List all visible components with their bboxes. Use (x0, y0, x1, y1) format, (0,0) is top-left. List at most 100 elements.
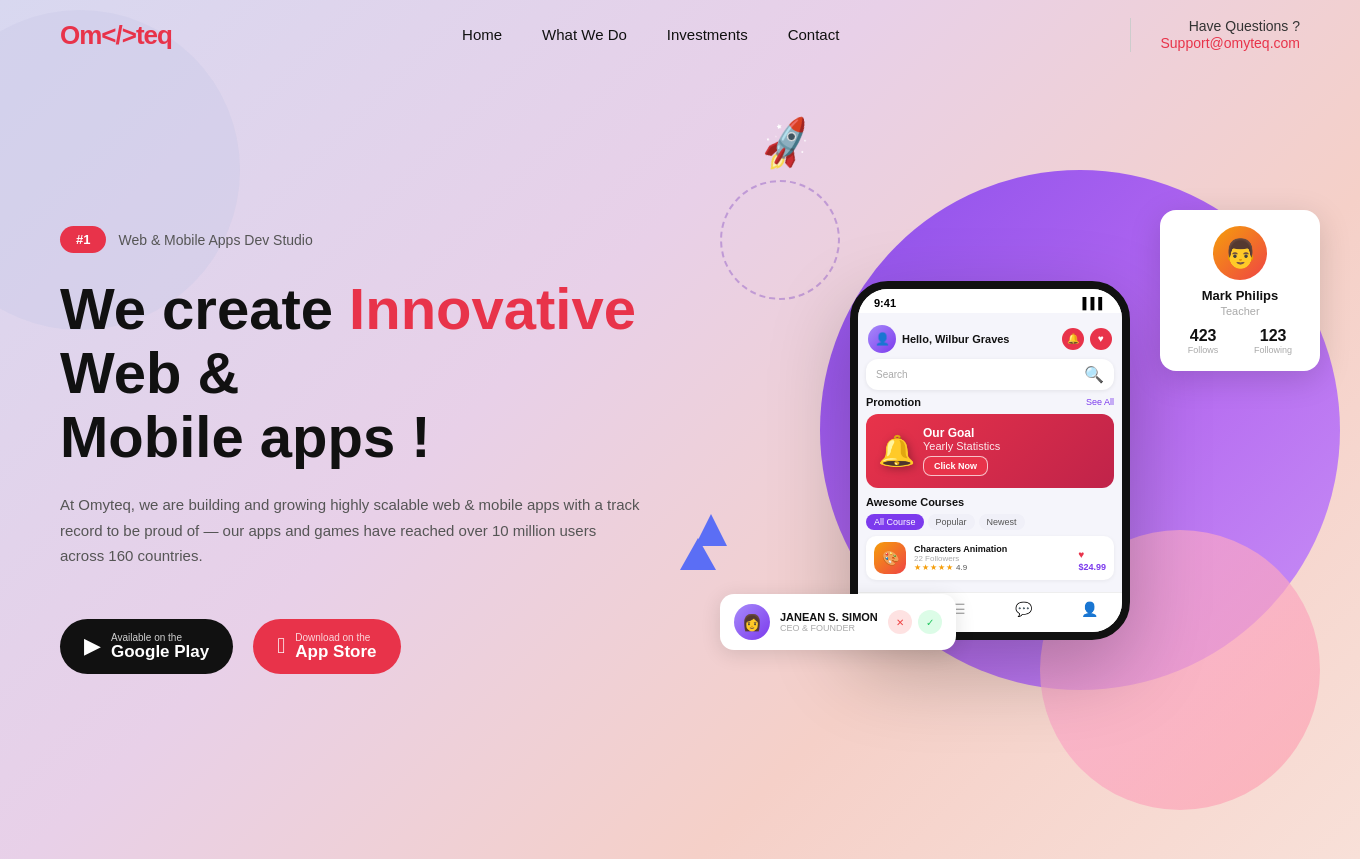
navbar: Om</>teq Home What We Do Investments Con… (0, 0, 1360, 70)
profile-card: 👨 Mark Philips Teacher 423 Follows 123 F… (1160, 210, 1320, 371)
search-text: Search (876, 369, 908, 380)
phone-status-bar: 9:41 ▌▌▌ (858, 289, 1122, 313)
logo-text: Om</>teq (60, 20, 172, 50)
dotted-circle (720, 180, 840, 300)
nav-item-home[interactable]: Home (462, 26, 502, 44)
hero-section: #1 Web & Mobile Apps Dev Studio We creat… (0, 70, 1360, 810)
app-store-sub: Download on the (295, 633, 376, 643)
apple-icon:  (277, 633, 285, 659)
greeting-avatar: 👤 (868, 325, 896, 353)
following-stat: 123 Following (1254, 327, 1292, 355)
rocket-decoration: 🚀 (755, 114, 818, 175)
hero-right: 🚀 9:41 ▌▌▌ 👤 Hello, Wilbur Graves 🔔 ♥ (680, 150, 1300, 750)
nav-link-home[interactable]: Home (462, 26, 502, 43)
promo-goal: Our Goal (923, 426, 1102, 440)
course-rating: ★ ★ ★ ★ ★ 4.9 (914, 563, 1070, 572)
nav-link-investments[interactable]: Investments (667, 26, 748, 43)
heading-part1: We create (60, 276, 349, 341)
google-play-main: Google Play (111, 643, 209, 660)
phone-nav-profile[interactable]: 👤 (1081, 601, 1098, 628)
rating-value: 4.9 (956, 563, 967, 572)
support-email[interactable]: Support@omyteq.com (1161, 35, 1301, 51)
course-followers: 22 Followers (914, 554, 1070, 563)
greeting-icons: 🔔 ♥ (1062, 328, 1112, 350)
courses-header: Awesome Courses (866, 496, 1114, 508)
bell-icon: 🔔 (1062, 328, 1084, 350)
heading-part2: Web &Mobile apps ! (60, 340, 431, 469)
phone-mockup: 9:41 ▌▌▌ 👤 Hello, Wilbur Graves 🔔 ♥ Sear… (850, 281, 1130, 640)
teacher-name: JANEAN S. SIMON (780, 611, 878, 623)
promo-stats: Yearly Statistics (923, 440, 1102, 452)
promotion-label: Promotion (866, 396, 921, 408)
promo-cta-button[interactable]: Click Now (923, 456, 988, 476)
google-play-sub: Available on the (111, 633, 209, 643)
app-store-main: App Store (295, 643, 376, 660)
teacher-avatar: 👩 (734, 604, 770, 640)
hero-description: At Omyteq, we are building and growing h… (60, 492, 640, 569)
courses-title: Awesome Courses (866, 496, 964, 508)
course-info: Characters Animation 22 Followers ★ ★ ★ … (914, 544, 1070, 572)
google-play-button[interactable]: ▶ Available on the Google Play (60, 619, 233, 674)
following-label: Following (1254, 345, 1292, 355)
app-store-button[interactable]:  Download on the App Store (253, 619, 400, 674)
follows-count: 423 (1188, 327, 1219, 345)
logo[interactable]: Om</>teq (60, 20, 172, 51)
badge-text: Web & Mobile Apps Dev Studio (118, 232, 312, 248)
phone-time: 9:41 (874, 297, 896, 309)
heart-icon: ♥ (1090, 328, 1112, 350)
support-question: Have Questions ? (1161, 18, 1301, 34)
following-count: 123 (1254, 327, 1292, 345)
profile-avatar: 👨 (1213, 226, 1267, 280)
badge-number: #1 (60, 226, 106, 253)
search-bar[interactable]: Search 🔍 (866, 359, 1114, 390)
promo-card: 🔔 Our Goal Yearly Statistics Click Now (866, 414, 1114, 488)
course-avatar: 🎨 (874, 542, 906, 574)
app-store-text: Download on the App Store (295, 633, 376, 660)
nav-item-investments[interactable]: Investments (667, 26, 748, 44)
profile-nav-icon: 👤 (1081, 601, 1098, 617)
star-icon: ★ (938, 563, 945, 572)
star-icon: ★ (914, 563, 921, 572)
accept-button[interactable]: ✓ (918, 610, 942, 634)
hero-heading: We create Innovative Web &Mobile apps ! (60, 277, 680, 468)
teacher-info: JANEAN S. SIMON CEO & FOUNDER (780, 611, 878, 633)
svg-marker-0 (695, 514, 727, 546)
avatar-face-icon: 👨 (1223, 237, 1258, 270)
phone-signal: ▌▌▌ (1083, 297, 1106, 309)
search-icon: 🔍 (1084, 365, 1104, 384)
google-play-text: Available on the Google Play (111, 633, 209, 660)
teacher-role: CEO & FOUNDER (780, 623, 878, 633)
nav-item-contact[interactable]: Contact (788, 26, 840, 44)
nav-item-what-we-do[interactable]: What We Do (542, 26, 627, 44)
hero-left: #1 Web & Mobile Apps Dev Studio We creat… (60, 226, 680, 674)
tab-all-course[interactable]: All Course (866, 514, 924, 530)
blue-triangle (695, 514, 727, 550)
see-all[interactable]: See All (1086, 397, 1114, 407)
google-play-icon: ▶ (84, 633, 101, 659)
decline-button[interactable]: ✕ (888, 610, 912, 634)
phone-nav-chat[interactable]: 💬 (1015, 601, 1032, 628)
tab-popular[interactable]: Popular (928, 514, 975, 530)
follows-label: Follows (1188, 345, 1219, 355)
course-heart-icon: ♥ (1078, 549, 1084, 560)
nav-links: Home What We Do Investments Contact (462, 26, 839, 44)
star-icon: ★ (930, 563, 937, 572)
profile-name: Mark Philips (1180, 288, 1300, 303)
greeting-row: 👤 Hello, Wilbur Graves 🔔 ♥ (866, 321, 1114, 359)
nav-link-contact[interactable]: Contact (788, 26, 840, 43)
hero-badge: #1 Web & Mobile Apps Dev Studio (60, 226, 313, 253)
chat-nav-icon: 💬 (1015, 601, 1032, 617)
course-tabs: All Course Popular Newest (866, 514, 1114, 530)
greeting-text: Hello, Wilbur Graves (902, 333, 1062, 345)
promo-content: Our Goal Yearly Statistics Click Now (923, 426, 1102, 476)
profile-role: Teacher (1180, 305, 1300, 317)
course-item: 🎨 Characters Animation 22 Followers ★ ★ … (866, 536, 1114, 580)
course-name: Characters Animation (914, 544, 1070, 554)
tab-newest[interactable]: Newest (979, 514, 1025, 530)
nav-link-what-we-do[interactable]: What We Do (542, 26, 627, 43)
promo-header: Promotion See All (866, 396, 1114, 408)
nav-support: Have Questions ? Support@omyteq.com (1130, 18, 1301, 52)
cta-buttons: ▶ Available on the Google Play  Downloa… (60, 619, 680, 674)
heading-highlight: Innovative (349, 276, 636, 341)
logo-arrow: </> (101, 20, 136, 50)
